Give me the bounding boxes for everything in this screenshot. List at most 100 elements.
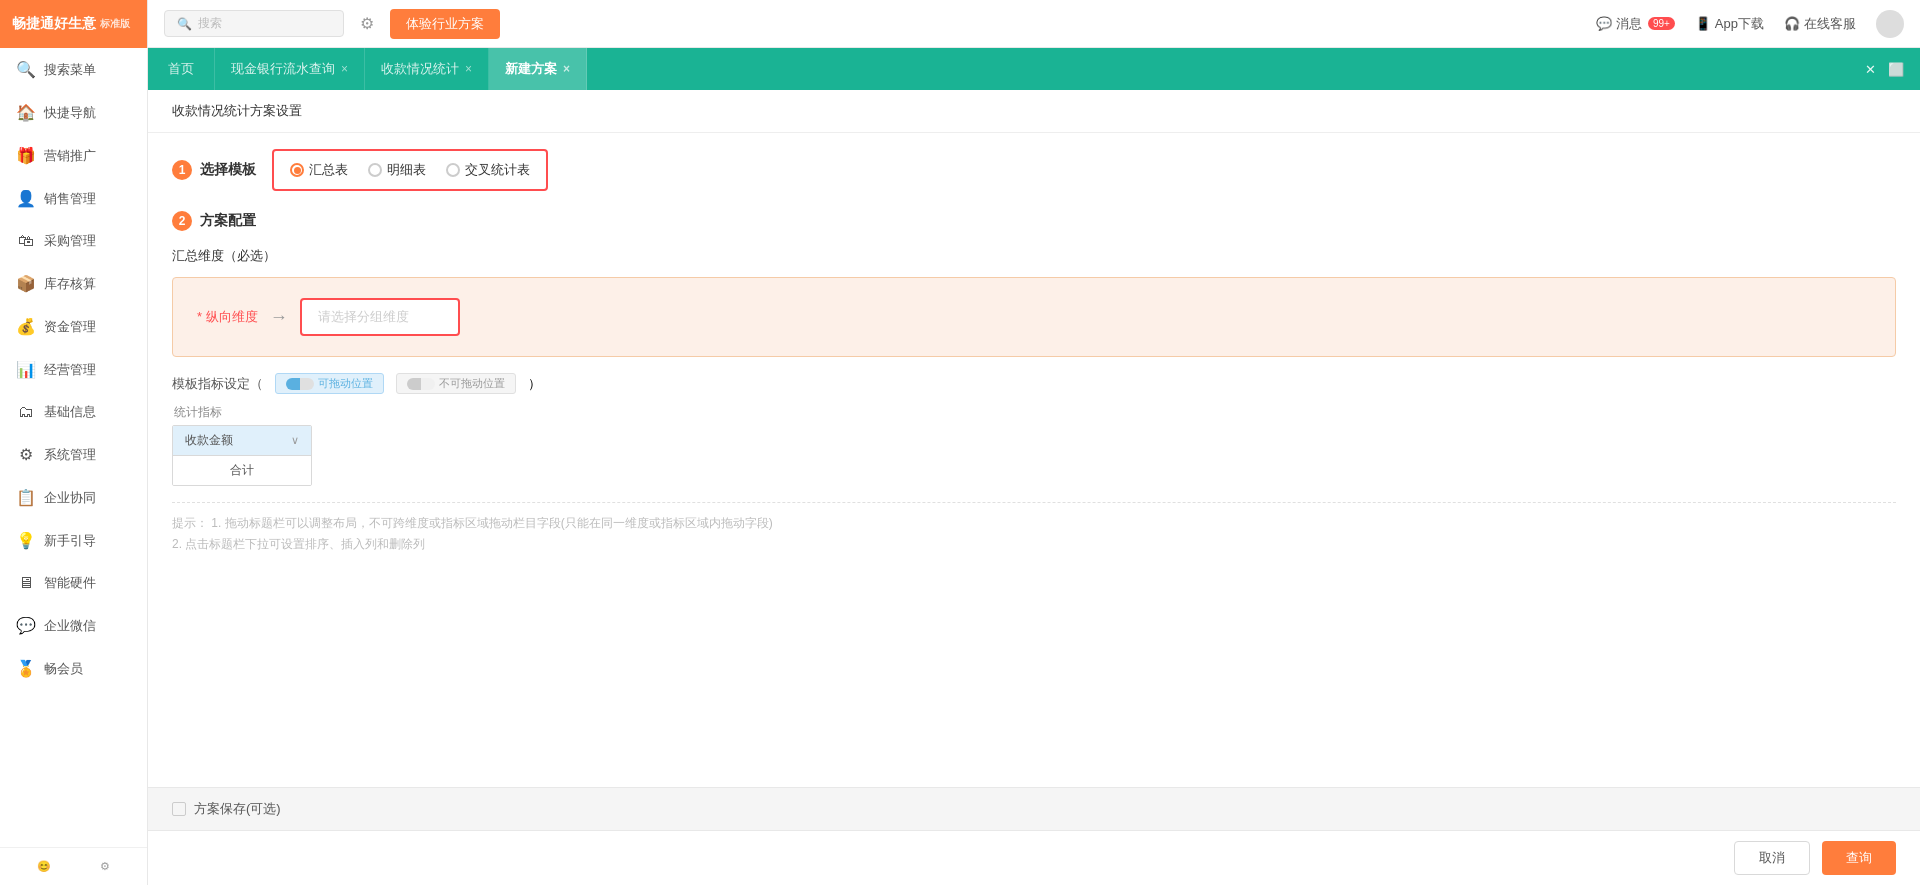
sidebar-label-8: 基础信息 — [44, 403, 96, 421]
app-name: 畅捷通好生意 — [12, 15, 96, 33]
save-checkbox[interactable] — [172, 802, 186, 816]
sidebar-label-9: 系统管理 — [44, 446, 96, 464]
bottom-bar: 取消 查询 — [148, 830, 1920, 885]
page-title: 收款情况统计方案设置 — [148, 90, 1920, 133]
tip1: 提示： 1. 拖动标题栏可以调整布局，不可跨维度或指标区域拖动栏目字段(只能在同… — [172, 515, 1896, 532]
template-radio-0[interactable]: 汇总表 — [290, 161, 348, 179]
tab-receipts-close[interactable]: × — [465, 62, 472, 76]
sidebar-item-9[interactable]: ⚙系统管理 — [0, 433, 147, 476]
dim-arrow: → — [270, 307, 288, 328]
template-radio-2[interactable]: 交叉统计表 — [446, 161, 530, 179]
dimension-area: * 纵向维度 → 请选择分组维度 — [172, 277, 1896, 357]
trial-button[interactable]: 体验行业方案 — [390, 9, 500, 39]
dimension-label: 汇总维度（必选） — [172, 247, 1896, 265]
sidebar-label-11: 新手引导 — [44, 532, 96, 550]
section1-title: 选择模板 — [200, 161, 256, 179]
sidebar-item-6[interactable]: 💰资金管理 — [0, 305, 147, 348]
sidebar-icon-10: 📋 — [16, 488, 36, 507]
topbar: 🔍 搜索 ⚙ 体验行业方案 💬 消息 99+ 📱 App下载 🎧 在线客服 — [148, 0, 1920, 48]
sidebar-label-10: 企业协同 — [44, 489, 96, 507]
content-area: 收款情况统计方案设置 1 选择模板 汇总表 明细表 交叉统计表 2 方案配置 — [148, 90, 1920, 885]
search-box[interactable]: 🔍 搜索 — [164, 10, 344, 37]
sidebar-item-3[interactable]: 👤销售管理 — [0, 177, 147, 220]
sidebar-item-2[interactable]: 🎁营销推广 — [0, 134, 147, 177]
tab-home-label: 首页 — [168, 60, 194, 78]
section1-num: 1 — [172, 160, 192, 180]
sidebar-item-1[interactable]: 🏠快捷导航 — [0, 91, 147, 134]
indicator-settings: 模板指标设定（ 可拖动位置 不可拖动位置 ） — [172, 373, 1896, 486]
download-icon: 📱 — [1695, 16, 1711, 31]
sidebar-label-4: 采购管理 — [44, 232, 96, 250]
indicator-col-header[interactable]: 收款金额 ∨ — [173, 426, 311, 456]
indicator-table-area: 统计指标 收款金额 ∨ 合计 — [172, 404, 1896, 486]
sidebar-label-3: 销售管理 — [44, 190, 96, 208]
sidebar-label-14: 畅会员 — [44, 660, 83, 678]
app-logo: 畅捷通好生意 标准版 — [0, 0, 147, 48]
template-radio-1[interactable]: 明细表 — [368, 161, 426, 179]
service-label: 在线客服 — [1804, 15, 1856, 33]
tab-bank-close[interactable]: × — [341, 62, 348, 76]
download-label: App下载 — [1715, 15, 1764, 33]
tab-new-plan[interactable]: 新建方案 × — [489, 48, 587, 90]
sidebar-icon-14: 🏅 — [16, 659, 36, 678]
dim-selector[interactable]: 请选择分组维度 — [300, 298, 460, 336]
sidebar-item-0[interactable]: 🔍搜索菜单 — [0, 48, 147, 91]
sidebar-item-8[interactable]: 🗂 基础信息 — [0, 391, 147, 433]
radio-circle-2 — [446, 163, 460, 177]
sidebar-item-14[interactable]: 🏅 畅会员 — [0, 647, 147, 690]
sidebar-icon-8: 🗂 — [16, 403, 36, 421]
sidebar-icon-11: 💡 — [16, 531, 36, 550]
save-section: 方案保存(可选) — [148, 787, 1920, 830]
user-avatar[interactable] — [1876, 10, 1904, 38]
sidebar-item-4[interactable]: 🛍 采购管理 — [0, 220, 147, 262]
radio-label-2: 交叉统计表 — [465, 161, 530, 179]
tab-receipts[interactable]: 收款情况统计 × — [365, 48, 489, 90]
section1-header: 1 选择模板 汇总表 明细表 交叉统计表 — [172, 149, 1896, 191]
tab-home[interactable]: 首页 — [148, 48, 215, 90]
message-item[interactable]: 💬 消息 99+ — [1596, 15, 1675, 33]
app-version: 标准版 — [100, 17, 130, 31]
sidebar-item-12[interactable]: 🖥智能硬件 — [0, 562, 147, 604]
message-label: 消息 — [1616, 15, 1642, 33]
sidebar: 畅捷通好生意 标准版 🔍搜索菜单🏠快捷导航🎁营销推广👤销售管理 🛍 采购管理 📦库存核… — [0, 0, 148, 885]
cancel-button[interactable]: 取消 — [1734, 841, 1810, 875]
message-icon: 💬 — [1596, 16, 1612, 31]
settings-icon[interactable]: ⚙ — [360, 14, 374, 33]
sidebar-item-11[interactable]: 💡 新手引导 — [0, 519, 147, 562]
tab-minimize-icon[interactable]: ✕ — [1865, 62, 1876, 77]
radio-label-0: 汇总表 — [309, 161, 348, 179]
sidebar-item-5[interactable]: 📦库存核算 — [0, 262, 147, 305]
tab-receipts-label: 收款情况统计 — [381, 60, 459, 78]
tab-bank[interactable]: 现金银行流水查询 × — [215, 48, 365, 90]
service-item[interactable]: 🎧 在线客服 — [1784, 15, 1856, 33]
sidebar-icon-4: 🛍 — [16, 232, 36, 250]
tip1-text: 1. 拖动标题栏可以调整布局，不可跨维度或指标区域拖动栏目字段(只能在同一维度或… — [211, 516, 772, 530]
col-chevron: ∨ — [291, 434, 299, 447]
sidebar-bottom-left[interactable]: 😊 — [37, 860, 51, 873]
tab-new-plan-label: 新建方案 — [505, 60, 557, 78]
tab-new-plan-close[interactable]: × — [563, 62, 570, 76]
sidebar-label-13: 企业微信 — [44, 617, 96, 635]
tabbar: 首页 现金银行流水查询 × 收款情况统计 × 新建方案 × ✕ ⬜ — [148, 48, 1920, 90]
sidebar-item-13[interactable]: 💬企业微信 — [0, 604, 147, 647]
sidebar-item-10[interactable]: 📋 企业协同 — [0, 476, 147, 519]
search-icon: 🔍 — [177, 17, 192, 31]
radio-label-1: 明细表 — [387, 161, 426, 179]
query-button[interactable]: 查询 — [1822, 841, 1896, 875]
sidebar-bottom: 😊 ⚙ — [0, 847, 147, 885]
draggable-badge: 可拖动位置 — [275, 373, 384, 394]
download-item[interactable]: 📱 App下载 — [1695, 15, 1764, 33]
sidebar-bottom-right[interactable]: ⚙ — [100, 860, 110, 873]
sidebar-label-12: 智能硬件 — [44, 574, 96, 592]
tip2: 2. 点击标题栏下拉可设置排序、插入列和删除列 — [172, 536, 1896, 553]
form-body: 收款情况统计方案设置 1 选择模板 汇总表 明细表 交叉统计表 2 方案配置 — [148, 90, 1920, 787]
sidebar-item-7[interactable]: 📊经营管理 — [0, 348, 147, 391]
tips-section: 提示： 1. 拖动标题栏可以调整布局，不可跨维度或指标区域拖动栏目字段(只能在同… — [172, 502, 1896, 569]
tab-bank-label: 现金银行流水查询 — [231, 60, 335, 78]
tab-maximize-icon[interactable]: ⬜ — [1888, 62, 1904, 77]
template-selection-box: 汇总表 明细表 交叉统计表 — [272, 149, 548, 191]
section2-num: 2 — [172, 211, 192, 231]
indicator-table: 收款金额 ∨ 合计 — [172, 425, 312, 486]
stat-group: 统计指标 收款金额 ∨ 合计 — [172, 404, 312, 486]
dimension-row: * 纵向维度 → 请选择分组维度 — [197, 298, 1871, 336]
